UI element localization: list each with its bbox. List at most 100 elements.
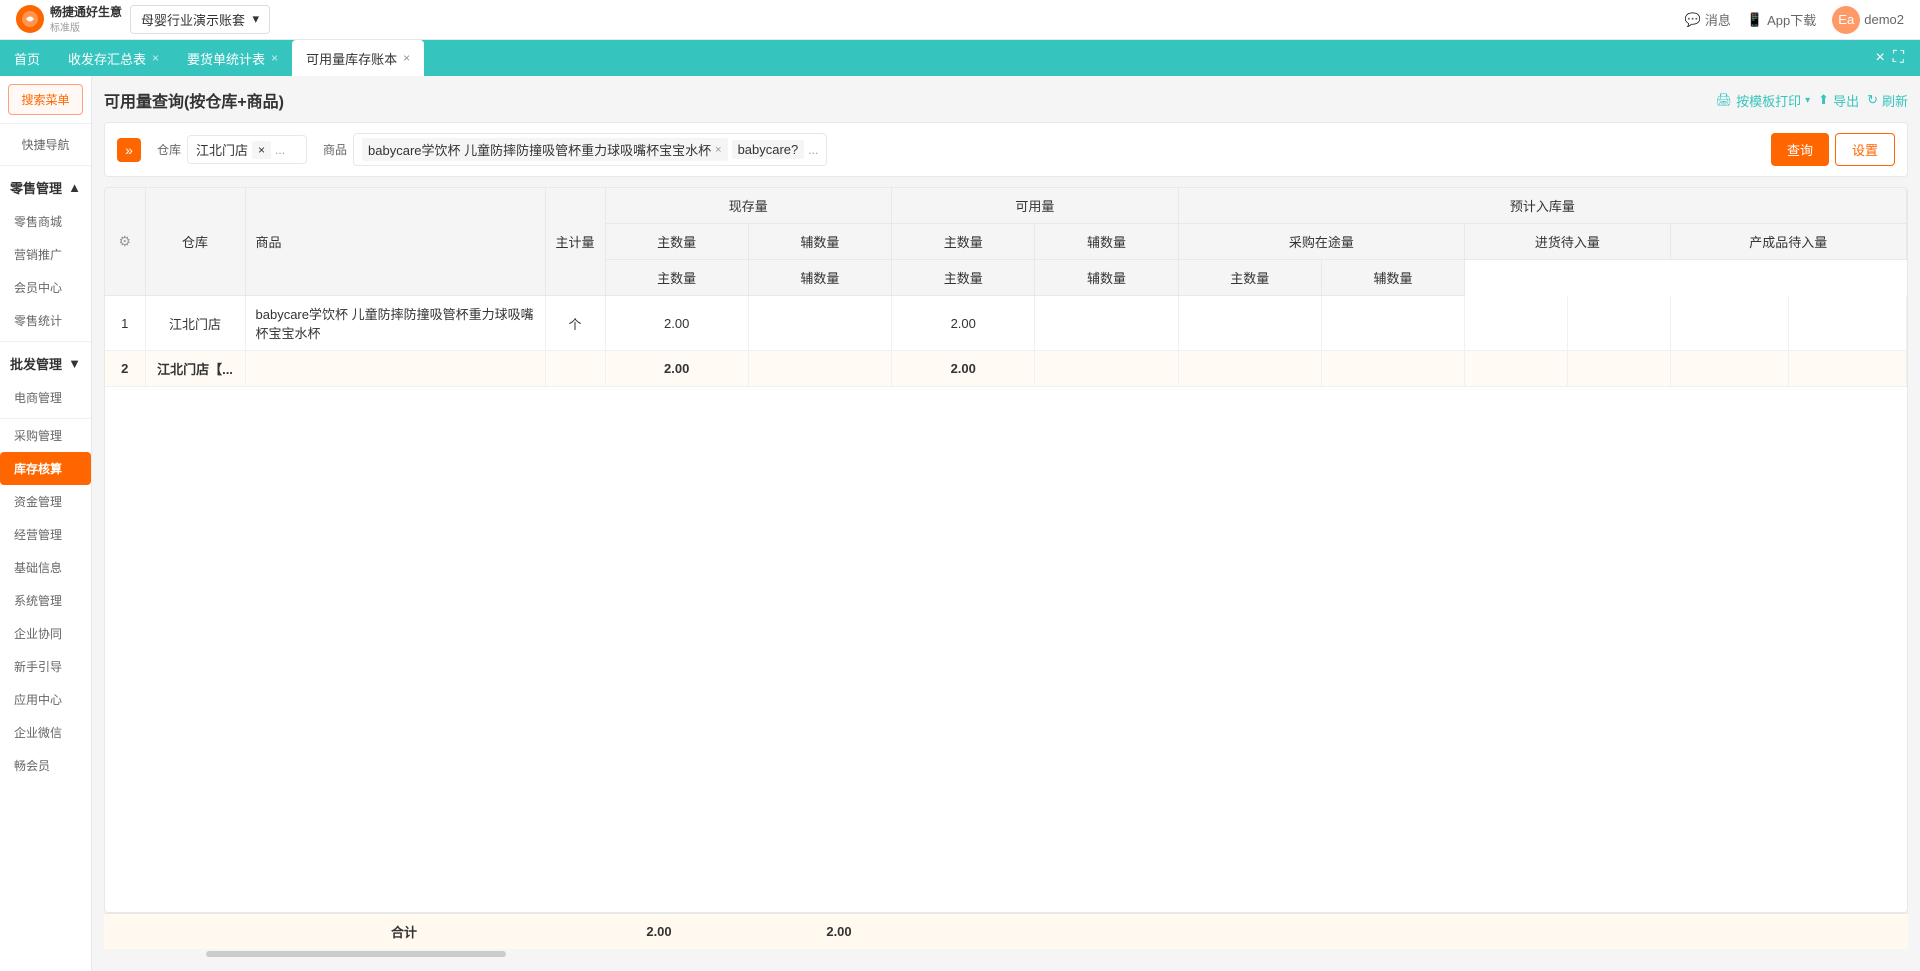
horizontal-scrollbar[interactable] [104, 949, 1908, 959]
row-prod-aux [1788, 296, 1906, 351]
sidebar-item-enterprise[interactable]: 企业协同 [0, 617, 91, 650]
close-tab-available-stock[interactable]: × [403, 51, 410, 65]
warehouse-more-icon[interactable]: ... [275, 143, 285, 157]
sidebar-item-wxwork[interactable]: 企业微信 [0, 716, 91, 749]
footer-total-available: 2.00 [794, 924, 884, 939]
close-tab-order-stats[interactable]: × [271, 51, 278, 65]
sidebar-item-online-store[interactable]: 零售商城 [0, 205, 91, 238]
row-product: babycare学饮杯 儿童防摔防撞吸管杯重力球吸嘴杯宝宝水杯 [245, 296, 545, 351]
industry-label: 母婴行业演示账套 [141, 10, 245, 29]
tab-stock-summary[interactable]: 收发存汇总表 × [54, 40, 173, 76]
col-avail-main: 主数量 [892, 224, 1035, 260]
tab-order-stats[interactable]: 要货单统计表 × [173, 40, 292, 76]
sidebar-item-system[interactable]: 系统管理 [0, 584, 91, 617]
industry-selector[interactable]: 母婴行业演示账套 ▾ [130, 5, 270, 34]
warehouse-filter-label: 仓库 [157, 141, 181, 158]
scroll-thumb[interactable] [206, 951, 506, 957]
footer-label: 合计 [254, 922, 554, 941]
row-index: 1 [105, 296, 145, 351]
sidebar-item-quicknav[interactable]: 快捷导航 [0, 128, 91, 161]
col-production-pending: 产成品待入量 [1670, 224, 1906, 260]
subtotal-stock-main: 2.00 [605, 351, 748, 387]
subtotal-prod-main [1670, 351, 1788, 387]
product-filter-input[interactable]: babycare学饮杯 儿童防摔防撞吸管杯重力球吸嘴杯宝宝水杯 × babyca… [353, 133, 827, 166]
query-button[interactable]: 查询 [1771, 133, 1829, 166]
col-inbound-main: 主数量 [892, 260, 1035, 296]
row-avail-main: 2.00 [892, 296, 1035, 351]
warehouse-filter-input[interactable]: 江北门店 × ... [187, 135, 307, 164]
sidebar-item-changhui[interactable]: 畅会员 [0, 749, 91, 782]
subtotal-stock-aux [748, 351, 891, 387]
warehouse-remove-button[interactable]: × [252, 141, 271, 159]
col-purchase-transit: 采购在途量 [1178, 224, 1465, 260]
col-stock-aux: 辅数量 [748, 224, 891, 260]
app-download-button[interactable]: 📱 App下载 [1747, 10, 1816, 29]
col-product: 商品 [245, 188, 545, 296]
product-tag-2: babycare? [732, 140, 805, 159]
subtotal-warehouse: 江北门店【... [145, 351, 245, 387]
row-stock-aux [748, 296, 891, 351]
nav-bar-end: × ⛶ [1875, 49, 1920, 67]
row-stock-main: 2.00 [605, 296, 748, 351]
close-all-tabs-button[interactable]: × [1875, 49, 1884, 67]
col-unit: 主计量 [545, 188, 605, 296]
message-label: 消息 [1705, 10, 1731, 29]
sidebar-item-newguide[interactable]: 新手引导 [0, 650, 91, 683]
col-stock-main: 主数量 [605, 224, 748, 260]
table-body: 1 江北门店 babycare学饮杯 儿童防摔防撞吸管杯重力球吸嘴杯宝宝水杯 个… [105, 296, 1907, 387]
table-row-subtotal: 2 江北门店【... 2.00 2.00 [105, 351, 1907, 387]
sidebar-item-operations[interactable]: 经营管理 [0, 518, 91, 551]
sidebar-item-purchase[interactable]: 采购管理 [0, 419, 91, 452]
subtotal-avail-aux [1035, 351, 1178, 387]
export-icon: ⬆ [1818, 92, 1829, 108]
row-warehouse: 江北门店 [145, 296, 245, 351]
sidebar-item-marketing[interactable]: 营销推广 [0, 238, 91, 271]
print-template-button[interactable]: 🖨 按模板打印 ▾ [1716, 91, 1811, 110]
tab-available-stock[interactable]: 可用量库存账本 × [292, 40, 424, 76]
filter-expand-button[interactable]: » [117, 138, 141, 162]
fullscreen-button[interactable]: ⛶ [1893, 49, 1904, 67]
product-filter-label: 商品 [323, 141, 347, 158]
refresh-label: 刷新 [1882, 91, 1908, 110]
col-inbound-pending: 进货待入量 [1465, 224, 1670, 260]
sidebar-item-appcenter[interactable]: 应用中心 [0, 683, 91, 716]
logo-text-block: 畅捷通好生意 标准版 [50, 5, 122, 34]
sidebar-item-inventory[interactable]: 库存核算 [0, 452, 91, 485]
quick-nav-section: 快捷导航 [0, 124, 91, 166]
logo-icon [16, 5, 44, 33]
subtotal-purchase-aux [1321, 351, 1464, 387]
product-more[interactable]: ... [808, 143, 818, 157]
row-inbound-main [1465, 296, 1568, 351]
sidebar-item-finance[interactable]: 资金管理 [0, 485, 91, 518]
product-filter-group: 商品 babycare学饮杯 儿童防摔防撞吸管杯重力球吸嘴杯宝宝水杯 × bab… [323, 133, 827, 166]
sidebar-item-retail-stats[interactable]: 零售统计 [0, 304, 91, 337]
tab-home[interactable]: 首页 [0, 40, 54, 76]
chevron-down-icon: ▾ [252, 11, 259, 27]
close-tab-stock-summary[interactable]: × [152, 51, 159, 65]
col-available-header: 可用量 [892, 188, 1179, 224]
print-chevron-icon: ▾ [1805, 95, 1810, 106]
subtotal-inbound-aux [1567, 351, 1670, 387]
top-bar-left: 畅捷通好生意 标准版 母婴行业演示账套 ▾ [16, 5, 270, 34]
search-menu-button[interactable]: 搜索菜单 [8, 84, 83, 115]
message-button[interactable]: 💬 消息 [1685, 10, 1731, 29]
row-prod-main [1670, 296, 1788, 351]
gear-icon[interactable]: ⚙ [118, 233, 131, 249]
col-avail-aux: 辅数量 [1035, 224, 1178, 260]
product-tag-1-remove[interactable]: × [715, 144, 721, 156]
export-button[interactable]: ⬆ 导出 [1818, 91, 1859, 110]
sidebar-item-members[interactable]: 会员中心 [0, 271, 91, 304]
sidebar-item-ecommerce[interactable]: 电商管理 [0, 381, 91, 414]
print-icon: 🖨 [1716, 92, 1733, 108]
top-bar: 畅捷通好生意 标准版 母婴行业演示账套 ▾ 💬 消息 📱 App下载 Ea de… [0, 0, 1920, 40]
user-profile-button[interactable]: Ea demo2 [1832, 6, 1904, 34]
main-layout: 搜索菜单 快捷导航 零售管理 ▲ 零售商城 营销推广 会员中心 零售统计 批发管… [0, 76, 1920, 971]
refresh-button[interactable]: ↻ 刷新 [1867, 91, 1908, 110]
sidebar-section-wholesale-header[interactable]: 批发管理 ▼ [0, 346, 91, 381]
setting-button[interactable]: 设置 [1835, 133, 1895, 166]
col-prod-aux: 辅数量 [1321, 260, 1464, 296]
refresh-icon: ↻ [1867, 92, 1878, 108]
sidebar-item-basics[interactable]: 基础信息 [0, 551, 91, 584]
logo-text: 畅捷通好生意 [50, 5, 122, 19]
sidebar-section-retail-header[interactable]: 零售管理 ▲ [0, 170, 91, 205]
